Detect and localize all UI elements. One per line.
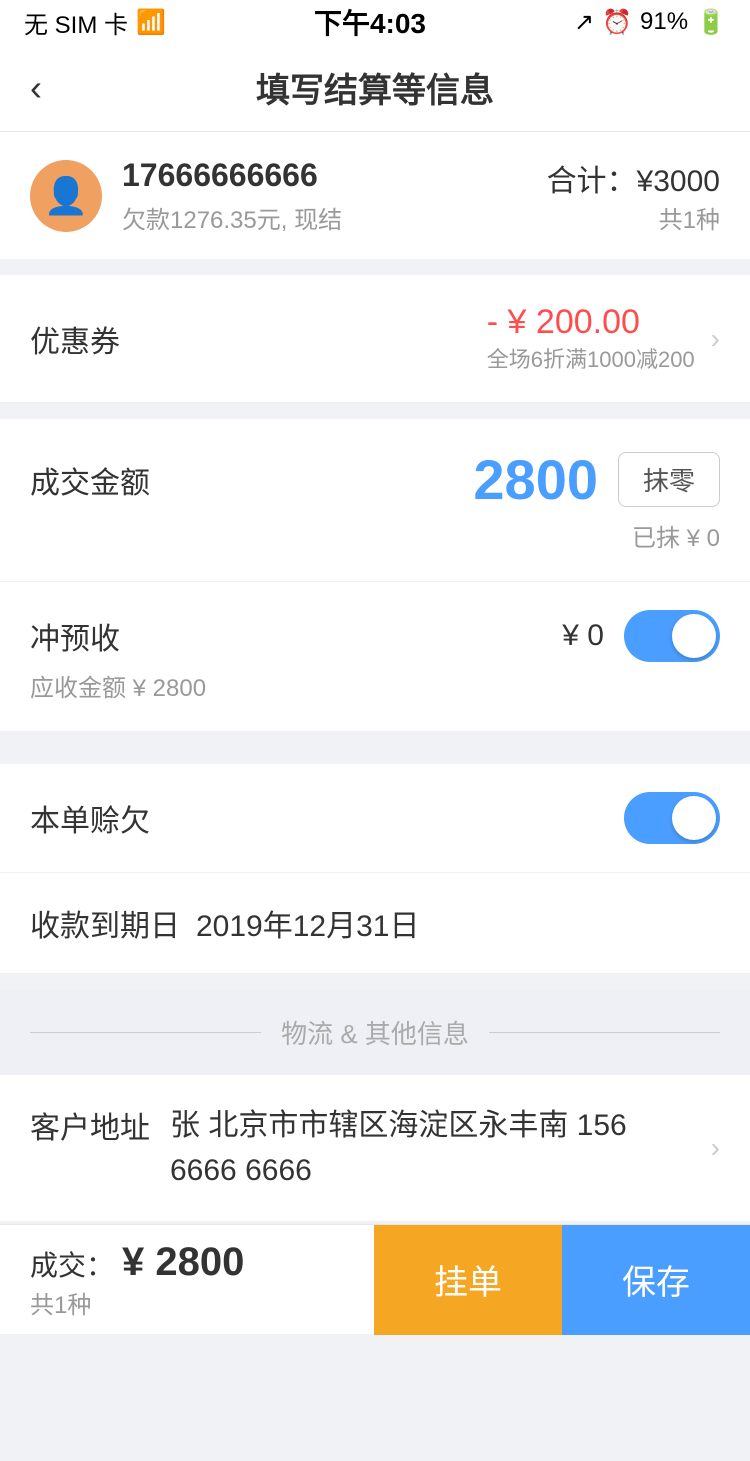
coupon-chevron-icon: › (711, 323, 720, 355)
status-time: 下午4:03 (314, 2, 426, 42)
deal-amount-label: 成交金额 (30, 458, 150, 502)
status-bar: 无 SIM 卡 📶 下午4:03 ↗ ⏰ 91% 🔋 (0, 0, 750, 44)
prepayment-section: 冲预收 ¥ 0 应收金额 ¥ 2800 (0, 582, 750, 732)
status-left: 无 SIM 卡 📶 (24, 5, 166, 40)
summary-deal-row: 成交： ¥ 2800 (30, 1240, 344, 1285)
hold-button[interactable]: 挂单 (374, 1225, 562, 1335)
prepay-sub-text: 应收金额 ¥ 2800 (30, 668, 720, 703)
address-value: 张 北京市市辖区海淀区永丰南 156 6666 6666 (170, 1103, 691, 1193)
section-divider-2 (0, 732, 750, 748)
credit-label: 本单赊欠 (30, 796, 150, 840)
prepay-label: 冲预收 (30, 614, 120, 658)
summary-amount: ¥ 2800 (122, 1240, 244, 1285)
logistics-divider: 物流 & 其他信息 (0, 990, 750, 1075)
total-amount: 合计：¥3000 (547, 156, 720, 200)
battery-icon: 🔋 (696, 8, 726, 37)
deal-amount-value: 2800 (473, 447, 598, 512)
summary-label: 成交： (30, 1244, 114, 1284)
address-section[interactable]: 客户地址 张 北京市市辖区海淀区永丰南 156 6666 6666 › (0, 1075, 750, 1221)
header: ‹ 填写结算等信息 (0, 44, 750, 132)
coupon-label: 优惠券 (30, 317, 120, 361)
coupon-amount: - ¥ 200.00 (487, 303, 695, 342)
divider-line-right (489, 1032, 720, 1033)
back-button[interactable]: ‹ (30, 67, 42, 109)
deal-row: 成交金额 2800 抹零 (30, 447, 720, 512)
prepay-right: ¥ 0 (562, 610, 720, 662)
customer-right: 合计：¥3000 共1种 (547, 156, 720, 235)
prepay-row: 冲预收 ¥ 0 (30, 610, 720, 662)
address-chevron-icon: › (711, 1132, 720, 1164)
wifi-icon: 📶 (136, 8, 166, 37)
coupon-desc: 全场6折满1000减200 (487, 342, 695, 374)
save-button[interactable]: 保存 (562, 1225, 750, 1335)
logistics-divider-text: 物流 & 其他信息 (281, 1014, 469, 1051)
toggle-knob (672, 614, 716, 658)
due-date-section: 收款到期日 2019年12月31日 (0, 873, 750, 974)
bottom-bar: 成交： ¥ 2800 共1种 挂单 保存 (0, 1224, 750, 1334)
address-label: 客户地址 (30, 1103, 150, 1147)
deal-amount-section: 成交金额 2800 抹零 已抹 ¥ 0 (0, 419, 750, 582)
coupon-right: - ¥ 200.00 全场6折满1000减200 › (487, 303, 720, 374)
summary-info: 成交： ¥ 2800 共1种 (0, 1240, 374, 1320)
section-divider-1 (0, 403, 750, 419)
deal-right: 2800 抹零 (473, 447, 720, 512)
prepay-amount: ¥ 0 (562, 619, 604, 653)
avatar: 👤 (30, 160, 102, 232)
round-button[interactable]: 抹零 (618, 452, 720, 507)
customer-info: 17666666666 欠款1276.35元, 现结 (122, 157, 342, 235)
due-date-value: 2019年12月31日 (196, 901, 419, 945)
sim-label: 无 SIM 卡 (24, 5, 128, 40)
customer-card: 👤 17666666666 欠款1276.35元, 现结 合计：¥3000 共1… (0, 132, 750, 259)
location-icon: ↗ (574, 8, 594, 37)
customer-debt: 欠款1276.35元, 现结 (122, 200, 342, 235)
total-count: 共1种 (547, 200, 720, 235)
divider-line-left (30, 1032, 261, 1033)
coupon-row[interactable]: 优惠券 - ¥ 200.00 全场6折满1000减200 › (0, 275, 750, 403)
alarm-icon: ⏰ (602, 8, 632, 37)
page-title: 填写结算等信息 (256, 63, 494, 112)
customer-left: 👤 17666666666 欠款1276.35元, 现结 (30, 157, 342, 235)
summary-count: 共1种 (30, 1285, 344, 1320)
credit-toggle-knob (672, 796, 716, 840)
customer-phone: 17666666666 (122, 157, 342, 194)
prepay-toggle[interactable] (624, 610, 720, 662)
credit-toggle[interactable] (624, 792, 720, 844)
credit-section: 本单赊欠 (0, 764, 750, 873)
status-right: ↗ ⏰ 91% 🔋 (574, 8, 726, 37)
deal-sub-text: 已抹 ¥ 0 (30, 518, 720, 553)
due-date-label: 收款到期日 (30, 901, 180, 945)
due-date-row: 收款到期日 2019年12月31日 (30, 901, 720, 945)
battery-label: 91% (640, 8, 688, 36)
